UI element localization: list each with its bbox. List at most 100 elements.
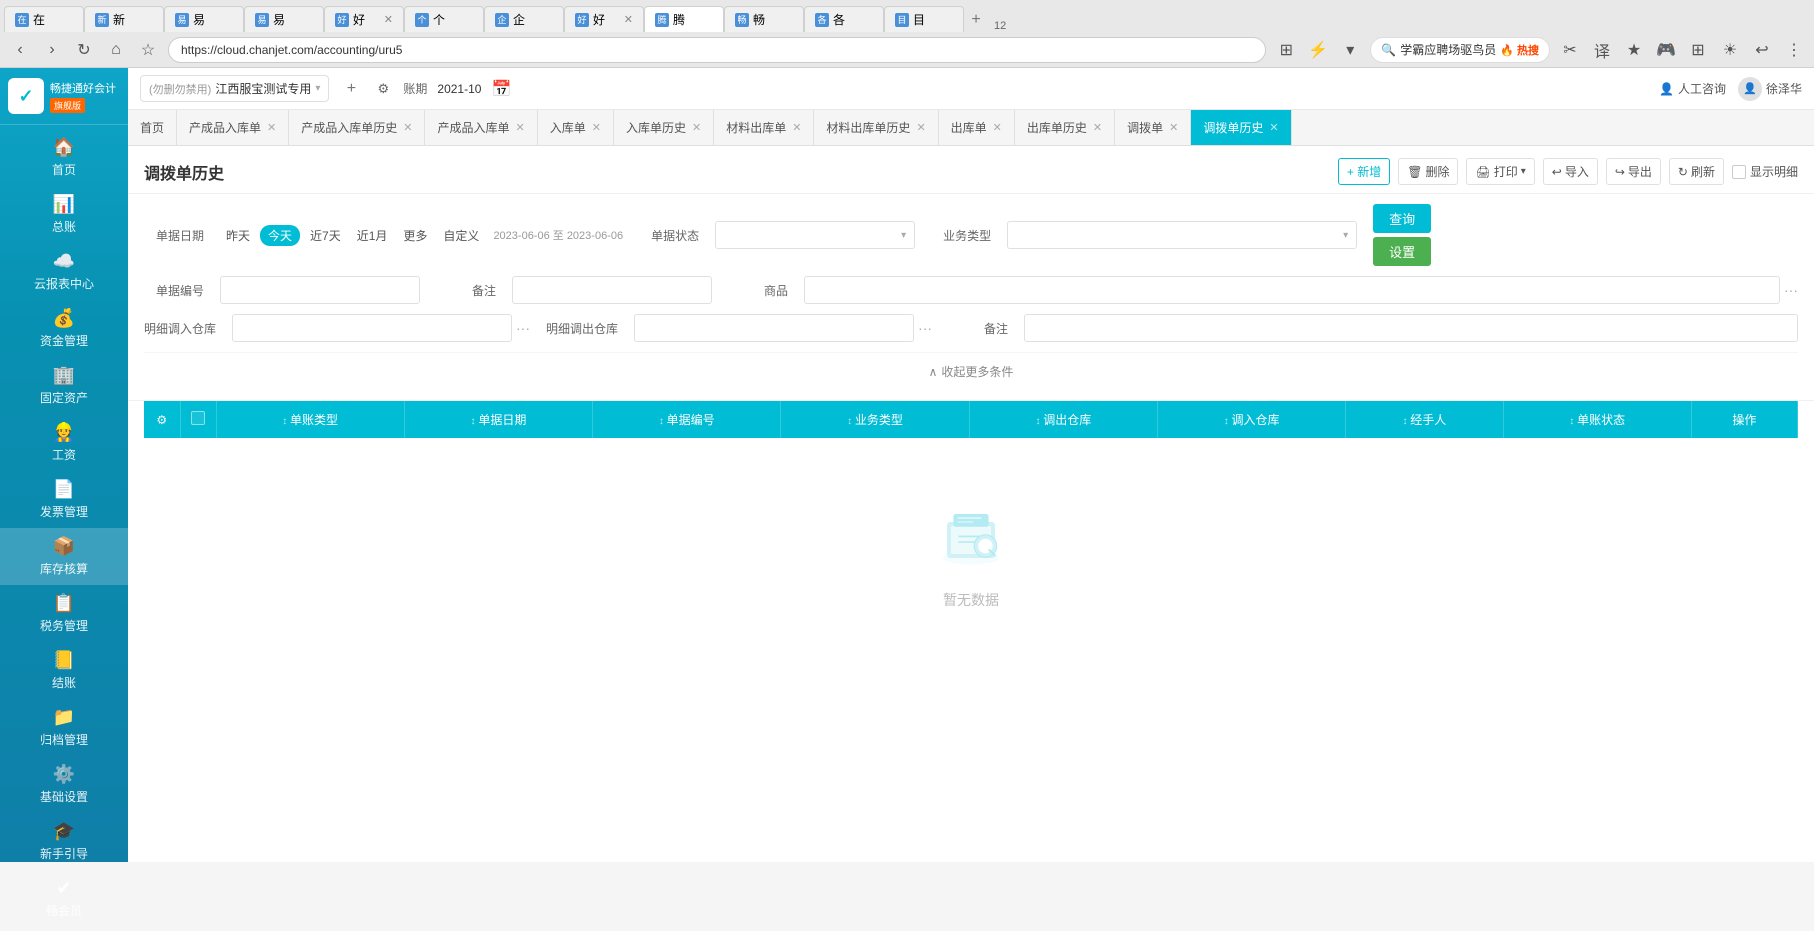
- tab-close-transfer-history[interactable]: ✕: [1269, 121, 1278, 134]
- sun-icon[interactable]: ☀: [1718, 38, 1742, 62]
- company-selector[interactable]: (勿删勿禁用) 江西服宝测试专用 ▾: [140, 75, 329, 102]
- remark-input[interactable]: [512, 276, 712, 304]
- search-bar[interactable]: 🔍 学霸应聘场驱鸟员 🔥 热搜: [1370, 37, 1550, 63]
- add-button[interactable]: + 新增: [1338, 158, 1390, 185]
- sidebar-item-settings[interactable]: ⚙️ 基础设置: [0, 756, 128, 813]
- th-date[interactable]: 单据日期: [404, 401, 592, 438]
- date-btn-more[interactable]: 更多: [397, 225, 433, 246]
- collapse-button[interactable]: ∧ 收起更多条件: [929, 363, 1014, 380]
- lightning-button[interactable]: ⚡: [1306, 38, 1330, 62]
- tab-product-in2[interactable]: 产成品入库单 ✕: [425, 110, 537, 146]
- tab-home[interactable]: 首页: [128, 110, 177, 146]
- add-company-button[interactable]: +: [339, 77, 363, 101]
- grid-icon[interactable]: ⊞: [1686, 38, 1710, 62]
- sidebar-item-tax[interactable]: 📋 税务管理: [0, 585, 128, 642]
- browser-tab-active[interactable]: 腾 腾: [644, 6, 724, 32]
- browser-tab-7[interactable]: 企 企: [484, 6, 564, 32]
- biztype-select[interactable]: ▾: [1007, 221, 1357, 249]
- sidebar-item-assets[interactable]: 🏢 固定资产: [0, 357, 128, 414]
- consultant-button[interactable]: 👤 人工咨询: [1659, 80, 1726, 97]
- date-btn-yesterday[interactable]: 昨天: [220, 225, 256, 246]
- sidebar-item-funds[interactable]: 💰 资金管理: [0, 300, 128, 357]
- tab-close-out[interactable]: ✕: [993, 121, 1002, 134]
- translate-icon[interactable]: 译: [1590, 38, 1614, 62]
- sidebar-item-closing[interactable]: 📒 结账: [0, 642, 128, 699]
- back-button[interactable]: ‹: [8, 38, 32, 62]
- th-handler[interactable]: 经手人: [1346, 401, 1503, 438]
- browser-tab-11[interactable]: 目 目: [884, 6, 964, 32]
- settings-button[interactable]: 设置: [1373, 237, 1431, 266]
- import-button[interactable]: ↩ 导入: [1543, 158, 1598, 185]
- sidebar-item-home[interactable]: 🏠 首页: [0, 129, 128, 186]
- game-icon[interactable]: 🎮: [1654, 38, 1678, 62]
- export-button[interactable]: ↪ 导出: [1606, 158, 1661, 185]
- url-input[interactable]: [168, 37, 1266, 63]
- print-button[interactable]: 🖨 打印 ▾: [1466, 158, 1534, 185]
- th-check[interactable]: [180, 401, 216, 438]
- query-button[interactable]: 查询: [1373, 204, 1431, 233]
- tab-material-out[interactable]: 材料出库单 ✕: [714, 110, 814, 146]
- sidebar-item-guide[interactable]: 🎓 新手引导: [0, 813, 128, 870]
- th-in-warehouse[interactable]: 调入仓库: [1157, 401, 1345, 438]
- sidebar-item-inventory[interactable]: 📦 库存核算: [0, 528, 128, 585]
- th-out-warehouse[interactable]: 调出仓库: [969, 401, 1157, 438]
- tab-out-history[interactable]: 出库单历史 ✕: [1015, 110, 1115, 146]
- date-btn-custom[interactable]: 自定义: [437, 225, 485, 246]
- browser-tab-9[interactable]: 畅 畅: [724, 6, 804, 32]
- tab-close-product-in-history[interactable]: ✕: [403, 121, 412, 134]
- tab-close-product-in[interactable]: ✕: [267, 121, 276, 134]
- goods-dots[interactable]: ···: [1784, 282, 1798, 298]
- voucher-no-input[interactable]: [220, 276, 420, 304]
- company-settings-icon[interactable]: ⚙: [373, 79, 393, 99]
- new-tab-button[interactable]: +: [964, 8, 988, 32]
- browser-tab-2[interactable]: 新 新: [84, 6, 164, 32]
- refresh-button[interactable]: ↻: [72, 38, 96, 62]
- tab-transfer-history[interactable]: 调拨单历史 ✕: [1191, 110, 1291, 146]
- sidebar-item-invoice[interactable]: 📄 发票管理: [0, 471, 128, 528]
- tab-close-warehouse-in[interactable]: ✕: [592, 121, 601, 134]
- status-select[interactable]: ▾: [715, 221, 915, 249]
- date-btn-1month[interactable]: 近1月: [351, 225, 394, 246]
- sidebar-item-salary[interactable]: 👷 工资: [0, 414, 128, 471]
- tab-out[interactable]: 出库单 ✕: [939, 110, 1015, 146]
- browser-tab-4[interactable]: 易 易: [244, 6, 324, 32]
- tab-product-in-history[interactable]: 产成品入库单历史 ✕: [289, 110, 425, 146]
- browser-tab-3[interactable]: 易 易: [164, 6, 244, 32]
- date-btn-7days[interactable]: 近7天: [304, 225, 347, 246]
- date-btn-today[interactable]: 今天: [260, 225, 300, 246]
- calendar-icon[interactable]: 📅: [491, 79, 511, 99]
- menu-icon[interactable]: ⋮: [1782, 38, 1806, 62]
- tab-close-warehouse-in-history[interactable]: ✕: [692, 121, 701, 134]
- tab-close-5[interactable]: ✕: [384, 13, 393, 26]
- display-toggle[interactable]: 显示明细: [1732, 163, 1798, 180]
- tab-close-out-history[interactable]: ✕: [1093, 121, 1102, 134]
- browser-tab-10[interactable]: 各 各: [804, 6, 884, 32]
- tab-close-product-in2[interactable]: ✕: [516, 121, 525, 134]
- display-checkbox[interactable]: [1732, 165, 1746, 179]
- th-gear[interactable]: ⚙: [144, 401, 180, 438]
- th-status[interactable]: 单账状态: [1503, 401, 1691, 438]
- sidebar-item-reports[interactable]: ☁️ 云报表中心: [0, 243, 128, 300]
- warehouse-out-input[interactable]: [634, 314, 914, 342]
- sidebar-item-archive[interactable]: 📁 归档管理: [0, 699, 128, 756]
- tab-warehouse-in[interactable]: 入库单 ✕: [538, 110, 614, 146]
- goods-input[interactable]: [804, 276, 1780, 304]
- warehouse-in-input[interactable]: [232, 314, 512, 342]
- tab-close-transfer[interactable]: ✕: [1169, 121, 1178, 134]
- browser-tab-1[interactable]: 在 在: [4, 6, 84, 32]
- bookmark-button[interactable]: ☆: [136, 38, 160, 62]
- sidebar-item-member[interactable]: ✔ 畅会员: [0, 870, 128, 927]
- tab-warehouse-in-history[interactable]: 入库单历史 ✕: [614, 110, 714, 146]
- scissors-icon[interactable]: ✂: [1558, 38, 1582, 62]
- th-biz-type[interactable]: 业务类型: [781, 401, 969, 438]
- tab-close-8[interactable]: ✕: [624, 13, 633, 26]
- user-info[interactable]: 👤 徐泽华: [1738, 77, 1802, 101]
- tab-close-material-out[interactable]: ✕: [792, 121, 801, 134]
- undo-icon[interactable]: ↩: [1750, 38, 1774, 62]
- tab-close-material-out-history[interactable]: ✕: [916, 121, 925, 134]
- browser-tab-5[interactable]: 好 好 ✕: [324, 6, 404, 32]
- extensions-button[interactable]: ⊞: [1274, 38, 1298, 62]
- browser-tab-6[interactable]: 个 个: [404, 6, 484, 32]
- tab-product-in[interactable]: 产成品入库单 ✕: [177, 110, 289, 146]
- star-icon[interactable]: ★: [1622, 38, 1646, 62]
